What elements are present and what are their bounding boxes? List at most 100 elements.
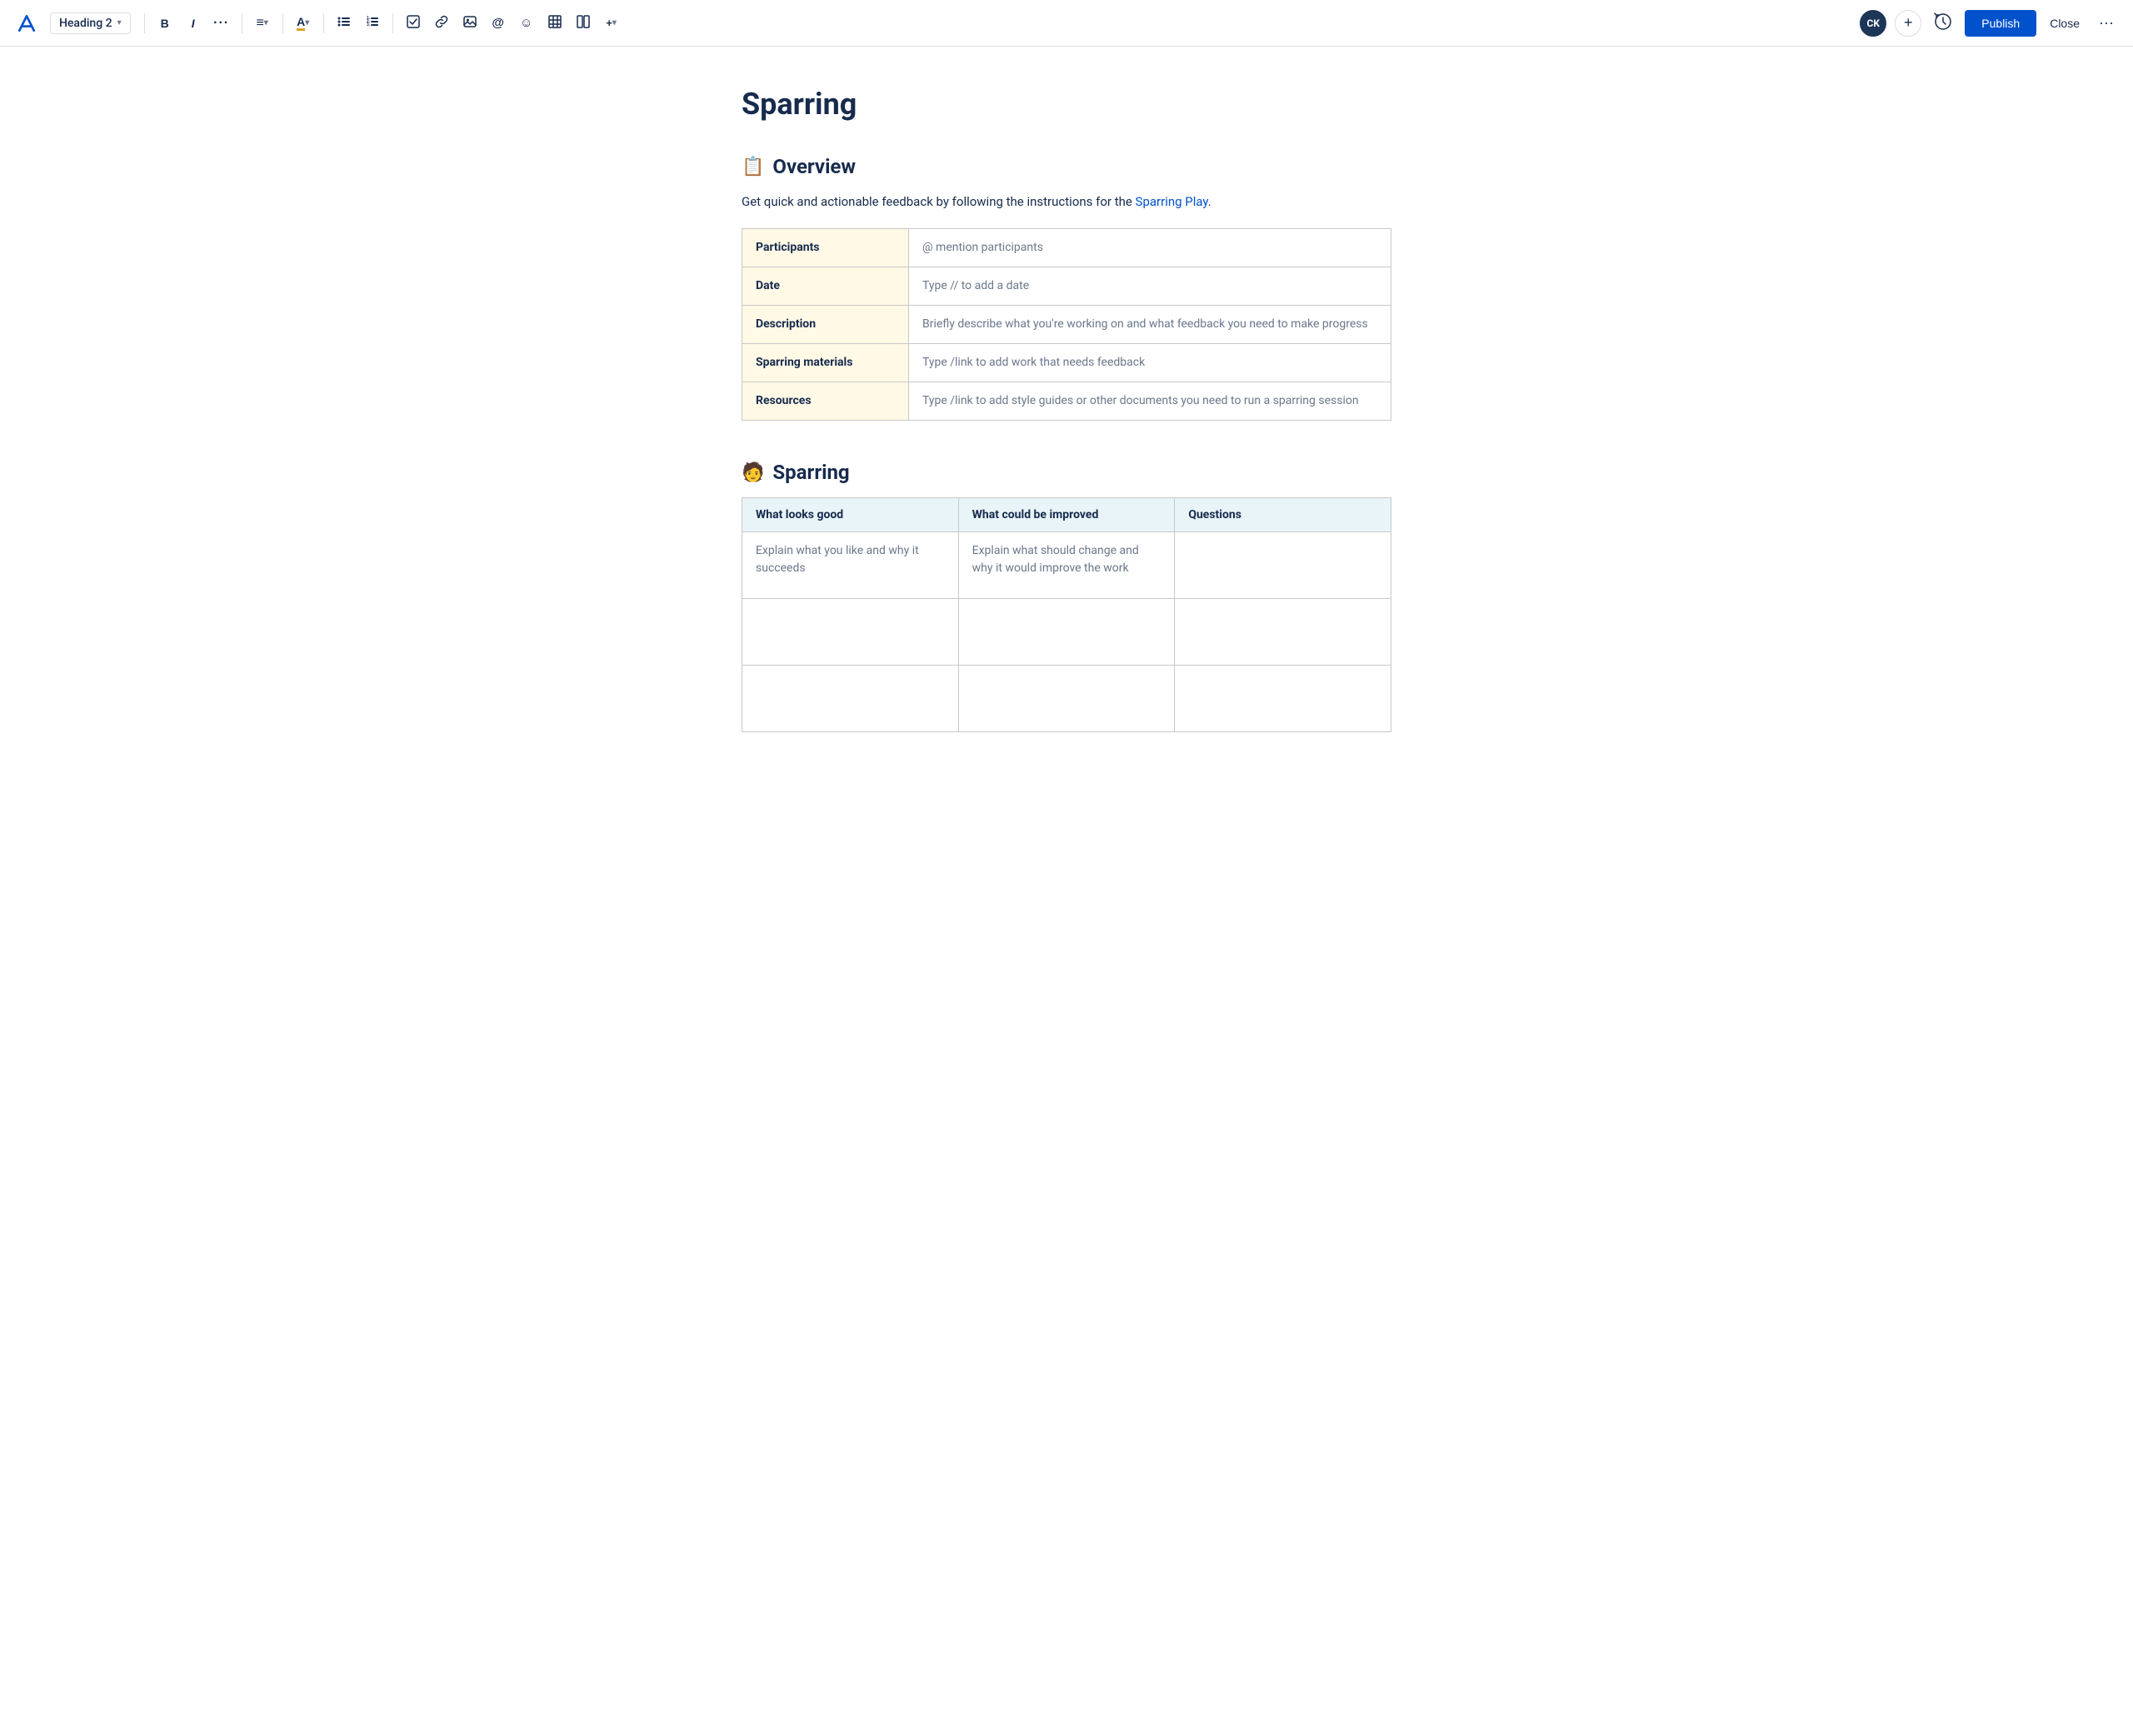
toolbar: Heading 2 ▾ B I ··· ≡ ▾ A ▾ 1.2.3. bbox=[0, 0, 2133, 47]
layout-button[interactable] bbox=[570, 10, 597, 37]
link-icon bbox=[435, 15, 448, 31]
bold-button[interactable]: B bbox=[152, 10, 178, 37]
description-before: Get quick and actionable feedback by fol… bbox=[742, 194, 1136, 209]
page-title[interactable]: Sparring bbox=[742, 87, 1391, 122]
column-header-looks-good: What looks good bbox=[742, 498, 959, 532]
image-button[interactable] bbox=[457, 10, 483, 37]
sparring-cell[interactable] bbox=[1175, 666, 1391, 732]
more-icon: ··· bbox=[2099, 14, 2114, 32]
ordered-list-button[interactable]: 1.2.3. bbox=[359, 10, 386, 37]
table-row: Explain what you like and why it succeed… bbox=[742, 532, 1391, 599]
sparring-section: 🧑 Sparring What looks good What could be… bbox=[742, 461, 1391, 732]
table-cell-value[interactable]: @ mention participants bbox=[909, 229, 1391, 267]
image-icon bbox=[463, 15, 477, 31]
table-row: Participants @ mention participants bbox=[742, 229, 1391, 267]
color-icon: A bbox=[297, 15, 305, 31]
table-cell-value[interactable]: Type /link to add work that needs feedba… bbox=[909, 344, 1391, 382]
divider-4 bbox=[323, 13, 324, 33]
table-button[interactable] bbox=[542, 10, 568, 37]
text-format-group: B I ··· bbox=[152, 10, 235, 37]
overview-table: Participants @ mention participants Date… bbox=[742, 228, 1391, 421]
chevron-down-icon: ▾ bbox=[117, 18, 122, 27]
table-cell-label: Resources bbox=[742, 382, 909, 421]
version-icon bbox=[1934, 12, 1952, 33]
sparring-cell[interactable] bbox=[958, 666, 1175, 732]
sparring-cell[interactable] bbox=[958, 599, 1175, 666]
divider-1 bbox=[144, 13, 145, 33]
bullet-list-button[interactable] bbox=[331, 10, 357, 37]
overview-description: Get quick and actionable feedback by fol… bbox=[742, 192, 1391, 212]
italic-button[interactable]: I bbox=[180, 10, 207, 37]
column-header-improved: What could be improved bbox=[958, 498, 1175, 532]
list-group: 1.2.3. bbox=[331, 10, 386, 37]
task-icon bbox=[407, 15, 420, 31]
main-content: Sparring 📋 Overview Get quick and action… bbox=[708, 47, 1425, 839]
insert-group: @ ☺ +▾ bbox=[400, 10, 625, 37]
table-cell-value[interactable]: Type // to add a date bbox=[909, 267, 1391, 306]
logo[interactable] bbox=[13, 10, 40, 37]
add-collaborator-button[interactable]: + bbox=[1895, 10, 1921, 37]
ordered-list-icon: 1.2.3. bbox=[366, 15, 379, 31]
close-button[interactable]: Close bbox=[2043, 10, 2086, 37]
divider-5 bbox=[392, 13, 393, 33]
sparring-play-link[interactable]: Sparring Play bbox=[1136, 194, 1208, 209]
task-button[interactable] bbox=[400, 10, 427, 37]
heading-selector[interactable]: Heading 2 ▾ bbox=[50, 12, 131, 34]
svg-text:3.: 3. bbox=[367, 22, 371, 27]
sparring-cell[interactable] bbox=[742, 666, 959, 732]
heading-label: Heading 2 bbox=[59, 17, 112, 30]
overview-section: 📋 Overview Get quick and actionable feed… bbox=[742, 155, 1391, 421]
publish-button[interactable]: Publish bbox=[1965, 10, 2036, 37]
table-header-row: What looks good What could be improved Q… bbox=[742, 498, 1391, 532]
table-icon bbox=[548, 15, 562, 31]
link-button[interactable] bbox=[428, 10, 455, 37]
align-button[interactable]: ≡ ▾ bbox=[249, 10, 276, 37]
bullet-list-icon bbox=[337, 15, 351, 31]
table-row: Resources Type /link to add style guides… bbox=[742, 382, 1391, 421]
color-chevron-icon: ▾ bbox=[305, 18, 309, 27]
toolbar-right: CK + Publish Close ··· bbox=[1858, 8, 2120, 38]
more-formatting-button[interactable]: ··· bbox=[208, 10, 235, 37]
sparring-cell[interactable] bbox=[1175, 599, 1391, 666]
avatar-initials: CK bbox=[1867, 17, 1880, 29]
version-history-button[interactable] bbox=[1928, 8, 1958, 38]
description-after: . bbox=[1208, 194, 1211, 209]
table-cell-label: Date bbox=[742, 267, 909, 306]
divider-3 bbox=[282, 13, 283, 33]
table-cell-value[interactable]: Type /link to add style guides or other … bbox=[909, 382, 1391, 421]
sparring-cell[interactable]: Explain what should change and why it wo… bbox=[958, 532, 1175, 599]
clipboard-icon: 📋 bbox=[742, 157, 764, 177]
column-header-questions: Questions bbox=[1175, 498, 1391, 532]
insert-more-button[interactable]: +▾ bbox=[598, 10, 625, 37]
mention-button[interactable]: @ bbox=[485, 10, 512, 37]
plus-icon: + bbox=[1904, 14, 1913, 32]
table-cell-label: Description bbox=[742, 306, 909, 344]
sparring-cell[interactable] bbox=[742, 599, 959, 666]
table-cell-label: Sparring materials bbox=[742, 344, 909, 382]
avatar[interactable]: CK bbox=[1858, 8, 1888, 38]
table-row bbox=[742, 666, 1391, 732]
table-cell-value[interactable]: Briefly describe what you're working on … bbox=[909, 306, 1391, 344]
sparring-heading-text: Sparring bbox=[772, 461, 849, 484]
overview-heading: 📋 Overview bbox=[742, 155, 1391, 178]
sparring-table: What looks good What could be improved Q… bbox=[742, 497, 1391, 732]
align-chevron-icon: ▾ bbox=[264, 18, 268, 27]
table-cell-label: Participants bbox=[742, 229, 909, 267]
table-row: Description Briefly describe what you're… bbox=[742, 306, 1391, 344]
sparring-cell[interactable] bbox=[1175, 532, 1391, 599]
more-options-button[interactable]: ··· bbox=[2093, 10, 2120, 37]
emoji-button[interactable]: ☺ bbox=[513, 10, 540, 37]
sparring-heading: 🧑 Sparring bbox=[742, 461, 1391, 484]
avatar-group: CK bbox=[1858, 8, 1888, 38]
sparring-cell[interactable]: Explain what you like and why it succeed… bbox=[742, 532, 959, 599]
table-row: Sparring materials Type /link to add wor… bbox=[742, 344, 1391, 382]
emoji-icon: ☺ bbox=[520, 16, 532, 30]
insert-chevron-icon: ▾ bbox=[612, 18, 617, 27]
mention-icon: @ bbox=[492, 16, 504, 30]
table-row: Date Type // to add a date bbox=[742, 267, 1391, 306]
align-icon: ≡ bbox=[256, 16, 263, 31]
overview-heading-text: Overview bbox=[772, 155, 856, 178]
table-row bbox=[742, 599, 1391, 666]
layout-icon bbox=[577, 15, 590, 31]
color-button[interactable]: A ▾ bbox=[290, 10, 317, 37]
